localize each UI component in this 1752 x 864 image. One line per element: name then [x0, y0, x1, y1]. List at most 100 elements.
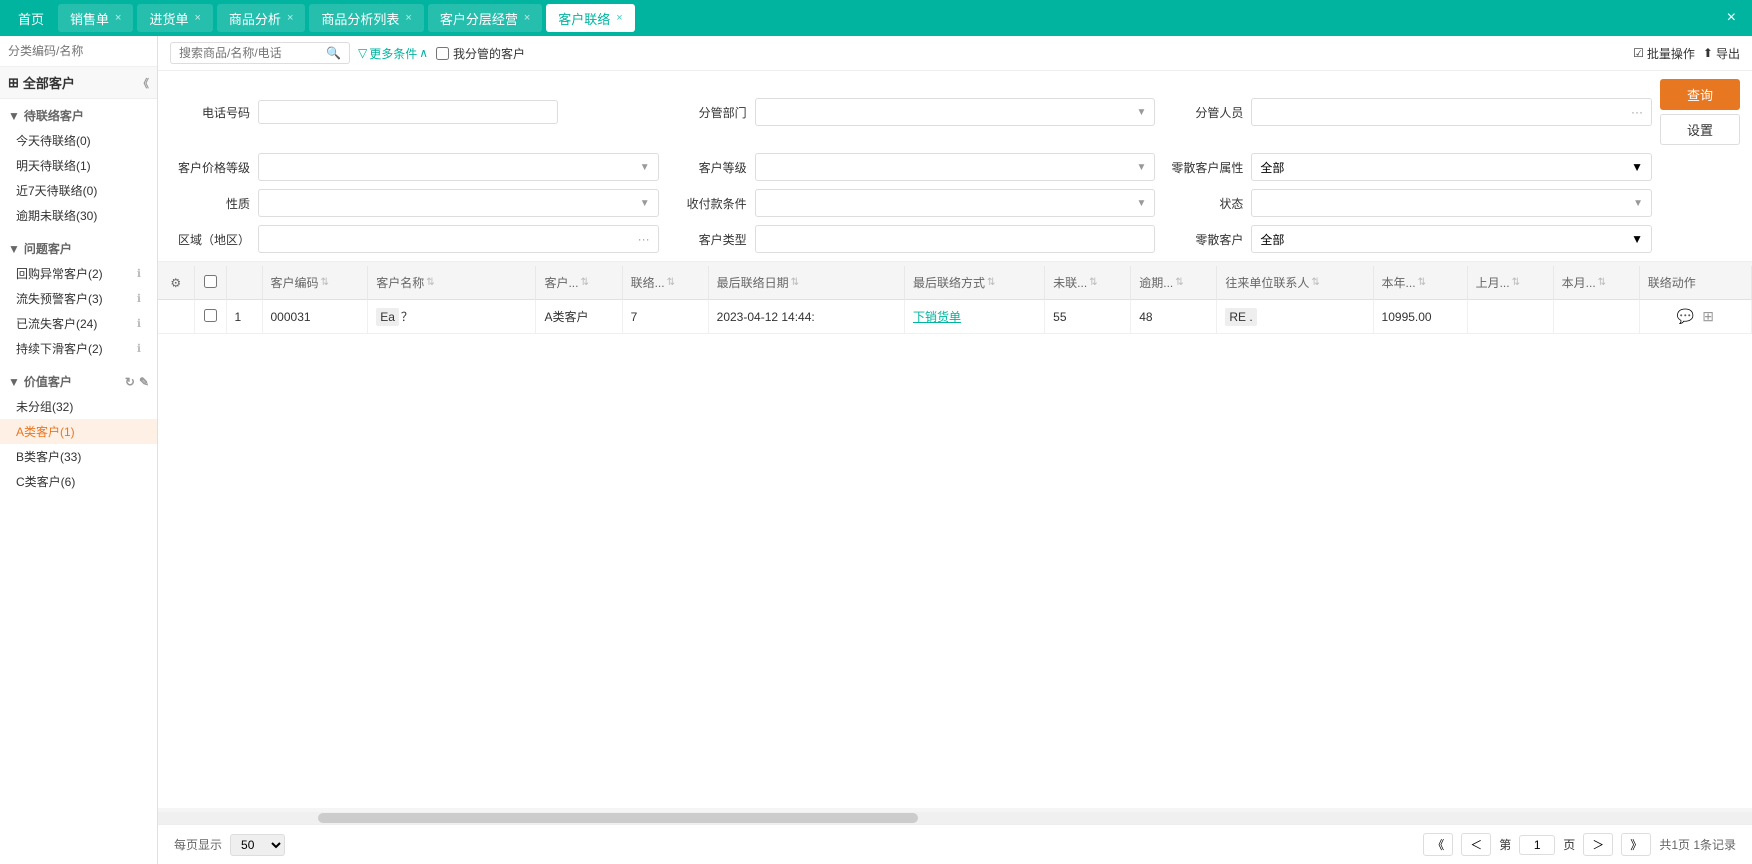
row-method-0[interactable]: 下销货单 — [904, 300, 1044, 334]
sidebar-item-overdue[interactable]: 逾期未联络(30) — [0, 203, 157, 228]
value-triangle: ▼ — [8, 375, 20, 389]
col-this-year[interactable]: 本年...⇅ — [1373, 266, 1467, 300]
col-contact[interactable]: 联络...⇅ — [622, 266, 708, 300]
sidebar-problem-section: ▼ 问题客户 回购异常客户(2) ℹ 流失预警客户(3) ℹ 已流失客户(24)… — [0, 232, 157, 365]
sidebar: 🔍 ⊞ 全部客户 《 ▼ 待联络客户 今天待联络(0) 明天待联络(1) 近7天… — [0, 36, 158, 864]
close-all-button[interactable]: × — [1719, 9, 1744, 27]
last-page-button[interactable]: 》 — [1621, 833, 1651, 856]
filter-row-4: 区域（地区） ··· 客户类型 零散客户 全部 ▼ — [170, 225, 1740, 253]
row-gear-0[interactable] — [158, 300, 194, 334]
scrollbar-thumb[interactable] — [318, 813, 918, 823]
action-qrcode-icon-0[interactable]: ⊞ — [1702, 308, 1714, 325]
page-input[interactable] — [1519, 835, 1555, 855]
customer-level-select[interactable]: ▼ — [755, 153, 1156, 181]
info-icon-churned: ℹ — [137, 317, 141, 330]
sidebar-item-class-a[interactable]: A类客户(1) — [0, 419, 157, 444]
sidebar-item-churned[interactable]: 已流失客户(24) ℹ — [0, 311, 157, 336]
row-date-0: 2023-04-12 14:44: — [708, 300, 904, 334]
sidebar-item-class-c[interactable]: C类客户(6) — [0, 469, 157, 494]
tab-customer-contact[interactable]: 客户联络 × — [546, 4, 634, 32]
select-all-checkbox[interactable] — [204, 275, 217, 288]
close-tab-product-analysis[interactable]: × — [287, 12, 293, 24]
edit-icon[interactable]: ✎ — [139, 375, 149, 389]
status-select[interactable]: ▼ — [1251, 189, 1652, 217]
retail-attr-select[interactable]: 全部 ▼ — [1251, 153, 1652, 181]
col-last-contact-method[interactable]: 最后联络方式⇅ — [904, 266, 1044, 300]
phone-input[interactable] — [258, 100, 558, 124]
sidebar-item-unclassified[interactable]: 未分组(32) — [0, 394, 157, 419]
sidebar-all-customers[interactable]: ⊞ 全部客户 《 — [0, 67, 157, 99]
col-last-contact-date[interactable]: 最后联络日期⇅ — [708, 266, 904, 300]
dept-select[interactable]: ▼ — [755, 98, 1156, 126]
export-button[interactable]: ⬆ 导出 — [1703, 45, 1740, 62]
tab-customer-tier[interactable]: 客户分层经营 × — [428, 4, 542, 32]
sidebar-item-repurchase-abnormal[interactable]: 回购异常客户(2) ℹ — [0, 261, 157, 286]
col-settings[interactable]: ⚙ — [158, 266, 194, 300]
col-name[interactable]: 客户名称⇅ — [368, 266, 536, 300]
status-arrow-icon: ▼ — [1633, 198, 1643, 209]
nav-home[interactable]: 首页 — [8, 9, 54, 28]
page-size-select[interactable]: 50 100 200 — [230, 834, 285, 856]
col-this-month[interactable]: 本月...⇅ — [1553, 266, 1639, 300]
filter-more-btn[interactable]: ▽ 更多条件 ∧ — [358, 45, 428, 62]
region-select[interactable]: ··· — [258, 225, 659, 253]
settings-button[interactable]: 设置 — [1660, 114, 1740, 145]
sort-icon-unit: ⇅ — [1311, 277, 1319, 288]
batch-icon: ☑ — [1633, 46, 1644, 60]
next-page-button[interactable]: ＞ — [1583, 833, 1613, 856]
tab-purchase[interactable]: 进货单 × — [137, 4, 212, 32]
table-scrollbar[interactable] — [158, 812, 1752, 824]
close-tab-sales[interactable]: × — [115, 12, 121, 24]
sidebar-pending-section: ▼ 待联络客户 今天待联络(0) 明天待联络(1) 近7天待联络(0) 逾期未联… — [0, 99, 157, 232]
status-field: 状态 ▼ — [1163, 189, 1652, 217]
col-last-month[interactable]: 上月...⇅ — [1467, 266, 1553, 300]
col-type[interactable]: 客户...⇅ — [536, 266, 622, 300]
nature-label: 性质 — [170, 195, 250, 212]
info-icon-churn: ℹ — [137, 292, 141, 305]
col-overdue[interactable]: 逾期...⇅ — [1131, 266, 1217, 300]
sidebar-pending-header[interactable]: ▼ 待联络客户 — [0, 103, 157, 128]
price-level-select[interactable]: ▼ — [258, 153, 659, 181]
col-unit-contact[interactable]: 往来单位联系人⇅ — [1217, 266, 1373, 300]
sort-icon-method: ⇅ — [987, 277, 995, 288]
sidebar-item-churn-warning[interactable]: 流失预警客户(3) ℹ — [0, 286, 157, 311]
close-tab-customer-contact[interactable]: × — [616, 12, 622, 24]
action-chat-icon-0[interactable]: 💬 — [1677, 308, 1694, 325]
main-layout: 🔍 ⊞ 全部客户 《 ▼ 待联络客户 今天待联络(0) 明天待联络(1) 近7天… — [0, 36, 1752, 864]
sidebar-item-7days[interactable]: 近7天待联络(0) — [0, 178, 157, 203]
batch-op-button[interactable]: ☑ 批量操作 — [1633, 45, 1695, 62]
tab-sales[interactable]: 销售单 × — [58, 4, 133, 32]
tab-product-analysis-list[interactable]: 商品分析列表 × — [309, 4, 423, 32]
refresh-icon[interactable]: ↻ — [125, 375, 135, 389]
nature-select[interactable]: ▼ — [258, 189, 659, 217]
tab-product-analysis[interactable]: 商品分析 × — [217, 4, 305, 32]
close-tab-purchase[interactable]: × — [194, 12, 200, 24]
first-page-button[interactable]: 《 — [1423, 833, 1453, 856]
sidebar-value-header: ▼ 价值客户 ↻ ✎ — [0, 369, 157, 394]
retail-customer-select[interactable]: 全部 ▼ — [1251, 225, 1652, 253]
row-select-0[interactable] — [204, 309, 217, 322]
filter-search-input[interactable] — [179, 46, 322, 60]
filter-search-icon[interactable]: 🔍 — [326, 46, 341, 60]
sidebar-search-input[interactable] — [8, 44, 158, 58]
payment-arrow-icon: ▼ — [1136, 198, 1146, 209]
query-button[interactable]: 查询 — [1660, 79, 1740, 110]
settings-icon[interactable]: ⚙ — [170, 276, 181, 290]
sidebar-problem-header[interactable]: ▼ 问题客户 — [0, 236, 157, 261]
close-tab-product-analysis-list[interactable]: × — [405, 12, 411, 24]
my-customers-checkbox[interactable] — [436, 47, 449, 60]
nature-arrow-icon: ▼ — [640, 198, 650, 209]
close-tab-customer-tier[interactable]: × — [524, 12, 530, 24]
col-code[interactable]: 客户编码⇅ — [262, 266, 368, 300]
customer-level-field: 客户等级 ▼ — [667, 153, 1156, 181]
prev-page-button[interactable]: ＜ — [1461, 833, 1491, 856]
filter-funnel-icon: ▽ — [358, 46, 367, 60]
col-no-contact[interactable]: 未联...⇅ — [1045, 266, 1131, 300]
customer-type-select[interactable] — [755, 225, 1156, 253]
sidebar-item-today[interactable]: 今天待联络(0) — [0, 128, 157, 153]
sidebar-item-declining[interactable]: 持续下滑客户(2) ℹ — [0, 336, 157, 361]
manager-select[interactable]: ··· — [1251, 98, 1652, 126]
sidebar-item-class-b[interactable]: B类客户(33) — [0, 444, 157, 469]
sidebar-item-tomorrow[interactable]: 明天待联络(1) — [0, 153, 157, 178]
payment-select[interactable]: ▼ — [755, 189, 1156, 217]
